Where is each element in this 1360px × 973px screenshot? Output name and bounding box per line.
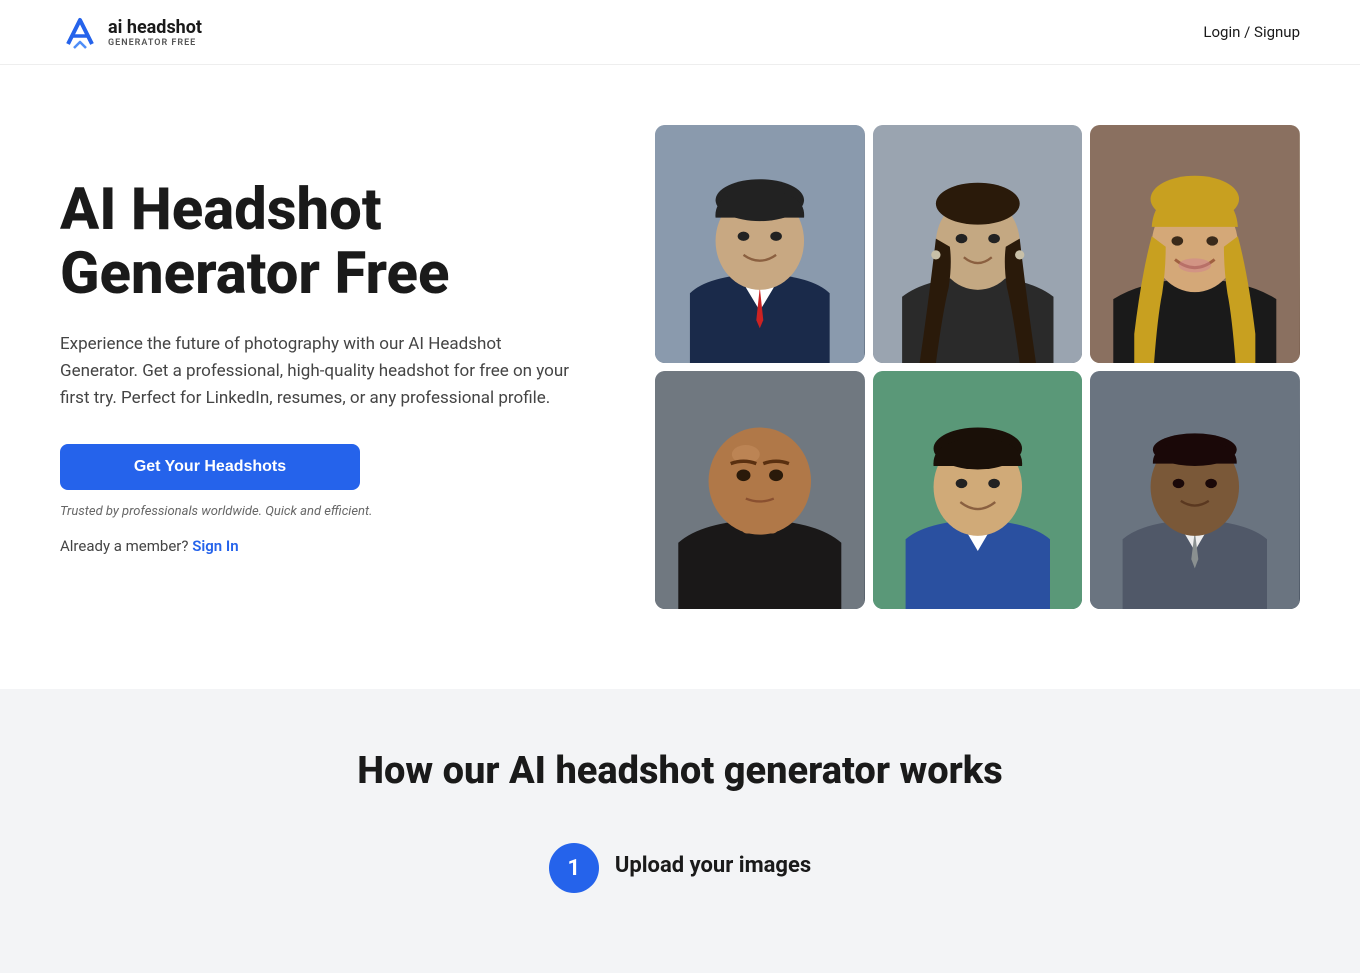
step-1-number: 1	[568, 856, 581, 881]
already-member-label: Already a member?	[60, 537, 188, 555]
sign-in-link[interactable]: Sign In	[192, 537, 238, 555]
step-1-circle: 1	[549, 843, 599, 893]
hero-content: AI Headshot Generator Free Experience th…	[60, 179, 580, 555]
hero-description: Experience the future of photography wit…	[60, 331, 580, 413]
how-title: How our AI headshot generator works	[60, 749, 1300, 793]
get-headshots-button[interactable]: Get Your Headshots	[60, 444, 360, 490]
how-section: How our AI headshot generator works 1 Up…	[0, 689, 1360, 973]
hero-title: AI Headshot Generator Free	[60, 179, 580, 307]
logo[interactable]: ai headshot GENERATOR FREE	[60, 12, 202, 52]
headshot-photo-1	[655, 125, 865, 363]
steps-container: 1 Upload your images	[60, 843, 1300, 893]
logo-name-label: ai headshot	[108, 17, 202, 38]
headshot-photo-2	[873, 125, 1083, 363]
step-1: 1 Upload your images	[549, 843, 811, 893]
headshot-photo-5	[873, 371, 1083, 609]
logo-icon	[60, 12, 100, 52]
headshot-photo-6	[1090, 371, 1300, 609]
site-header: ai headshot GENERATOR FREE Login / Signu…	[0, 0, 1360, 65]
step-1-label: Upload your images	[615, 843, 811, 878]
logo-sub-label: GENERATOR FREE	[108, 38, 202, 48]
headshot-photo-4	[655, 371, 865, 609]
hero-section: AI Headshot Generator Free Experience th…	[0, 65, 1360, 689]
headshot-photo-3	[1090, 125, 1300, 363]
headshot-grid	[655, 125, 1300, 609]
login-signup-link[interactable]: Login / Signup	[1203, 23, 1300, 41]
trusted-text: Trusted by professionals worldwide. Quic…	[60, 504, 580, 519]
member-prompt: Already a member? Sign In	[60, 537, 580, 555]
logo-text: ai headshot GENERATOR FREE	[108, 17, 202, 48]
